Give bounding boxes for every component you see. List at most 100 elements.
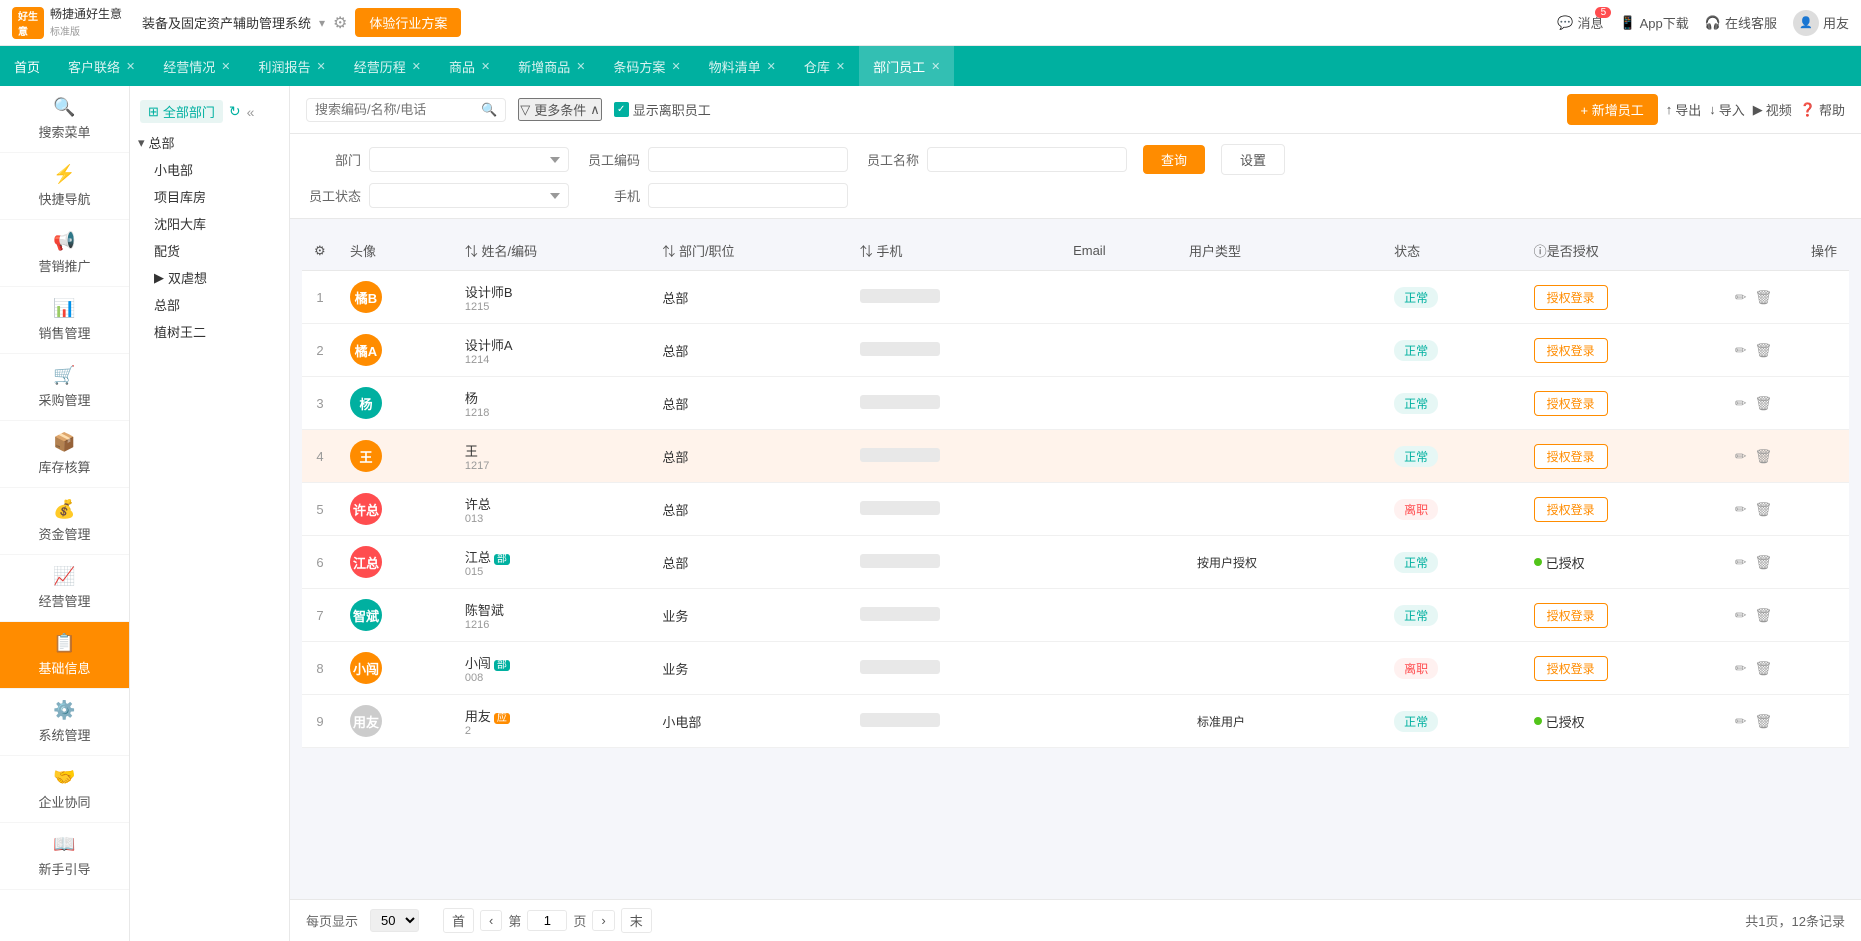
sidebar-item-guide[interactable]: 📖 新手引导: [0, 823, 129, 890]
phone-input[interactable]: [648, 183, 848, 208]
next-page-button[interactable]: ›: [592, 910, 614, 931]
nav-tab-customer[interactable]: 客户联络 ✕: [54, 46, 149, 86]
service-button[interactable]: 🎧 在线客服: [1705, 13, 1777, 32]
nav-tab-profit[interactable]: 利润报告 ✕: [244, 46, 339, 86]
sidebar-item-quicknav[interactable]: ⚡ 快捷导航: [0, 153, 129, 220]
edit-icon[interactable]: ✏: [1735, 395, 1747, 412]
edit-icon[interactable]: ✏: [1735, 342, 1747, 359]
query-button[interactable]: 查询: [1143, 145, 1205, 174]
sidebar-item-sales[interactable]: 📊 销售管理: [0, 287, 129, 354]
auth-login-button[interactable]: 授权登录: [1534, 285, 1608, 310]
show-resigned-checkbox[interactable]: ✓ 显示离职员工: [614, 100, 711, 119]
edit-icon[interactable]: ✏: [1735, 448, 1747, 465]
th-dept[interactable]: ⇅ 部门/职位: [650, 231, 847, 271]
settings-icon[interactable]: ⚙: [333, 13, 347, 33]
sidebar-item-search[interactable]: 🔍 搜索菜单: [0, 86, 129, 153]
delete-icon[interactable]: 🗑: [1754, 395, 1772, 412]
page-size-select[interactable]: 50: [370, 909, 419, 932]
delete-icon[interactable]: 🗑: [1754, 660, 1772, 677]
dept-collapse-icon[interactable]: «: [247, 104, 255, 120]
sidebar-item-inventory[interactable]: 📦 库存核算: [0, 421, 129, 488]
edit-icon[interactable]: ✏: [1735, 554, 1747, 571]
auth-login-button[interactable]: 授权登录: [1534, 444, 1608, 469]
delete-icon[interactable]: 🗑: [1754, 713, 1772, 730]
trial-button[interactable]: 体验行业方案: [355, 8, 461, 37]
sidebar-item-basicinfo[interactable]: 📋 基础信息: [0, 622, 129, 689]
search-input[interactable]: [315, 102, 475, 117]
delete-icon[interactable]: 🗑: [1754, 342, 1772, 359]
app-download-button[interactable]: 📱 App下载: [1619, 13, 1688, 32]
user-button[interactable]: 👤 用友: [1793, 10, 1849, 36]
auth-login-button[interactable]: 授权登录: [1534, 391, 1608, 416]
nav-tab-warehouse[interactable]: 仓库 ✕: [790, 46, 859, 86]
import-button[interactable]: ↓ 导入: [1709, 100, 1745, 119]
sidebar-item-collab[interactable]: 🤝 企业协同: [0, 756, 129, 823]
close-icon[interactable]: ✕: [126, 60, 135, 73]
delete-icon[interactable]: 🗑: [1754, 448, 1772, 465]
dept-node-shuangni[interactable]: ▶ 双虐想: [130, 264, 289, 291]
close-icon[interactable]: ✕: [836, 60, 845, 73]
th-phone[interactable]: ⇅ 手机: [848, 231, 1061, 271]
close-icon[interactable]: ✕: [412, 60, 421, 73]
setup-button[interactable]: 设置: [1221, 144, 1285, 175]
empstatus-select[interactable]: [369, 183, 569, 208]
nav-tab-barcode[interactable]: 条码方案 ✕: [599, 46, 694, 86]
dept-node-project[interactable]: 项目库房: [130, 183, 289, 210]
sidebar-item-finance[interactable]: 💰 资金管理: [0, 488, 129, 555]
sidebar-item-system[interactable]: ⚙️ 系统管理: [0, 689, 129, 756]
nav-tab-goods[interactable]: 商品 ✕: [435, 46, 504, 86]
all-dept-button[interactable]: ⊞ 全部部门: [140, 100, 223, 123]
nav-home[interactable]: 首页: [0, 46, 54, 86]
delete-icon[interactable]: 🗑: [1754, 289, 1772, 306]
auth-login-button[interactable]: 授权登录: [1534, 497, 1608, 522]
edit-icon[interactable]: ✏: [1735, 660, 1747, 677]
edit-icon[interactable]: ✏: [1735, 289, 1747, 306]
close-icon[interactable]: ✕: [481, 60, 490, 73]
close-icon[interactable]: ✕: [317, 60, 326, 73]
auth-login-button[interactable]: 授权登录: [1534, 338, 1608, 363]
empcode-input[interactable]: [648, 147, 848, 172]
sidebar-item-management[interactable]: 📈 经营管理: [0, 555, 129, 622]
nav-tab-addgoods[interactable]: 新增商品 ✕: [504, 46, 599, 86]
nav-tab-bom[interactable]: 物料清单 ✕: [695, 46, 790, 86]
dept-refresh-icon[interactable]: ↻: [229, 103, 241, 120]
sidebar-item-marketing[interactable]: 📢 营销推广: [0, 220, 129, 287]
close-icon[interactable]: ✕: [767, 60, 776, 73]
close-icon[interactable]: ✕: [671, 60, 680, 73]
edit-icon[interactable]: ✏: [1735, 713, 1747, 730]
dept-node-general[interactable]: ▾ 总部: [130, 129, 289, 156]
delete-icon[interactable]: 🗑: [1754, 501, 1772, 518]
last-page-button[interactable]: 末: [621, 908, 652, 933]
nav-tab-journey[interactable]: 经营历程 ✕: [340, 46, 435, 86]
add-employee-button[interactable]: + 新增员工: [1567, 94, 1658, 125]
nav-tab-deptstaff[interactable]: 部门员工 ✕: [859, 46, 954, 86]
message-button[interactable]: 💬 消息 5: [1557, 13, 1603, 32]
nav-tab-operation[interactable]: 经营情况 ✕: [149, 46, 244, 86]
title-dropdown-icon[interactable]: ▾: [319, 16, 325, 30]
close-icon[interactable]: ✕: [576, 60, 585, 73]
page-input[interactable]: [527, 910, 567, 931]
delete-icon[interactable]: 🗑: [1754, 554, 1772, 571]
help-button[interactable]: ❓ 帮助: [1800, 100, 1845, 119]
export-button[interactable]: ↑ 导出: [1666, 100, 1702, 119]
view-button[interactable]: ▶ 视频: [1753, 100, 1792, 119]
prev-page-button[interactable]: ‹: [480, 910, 502, 931]
dept-node-zongbu[interactable]: 总部: [130, 291, 289, 318]
auth-login-button[interactable]: 授权登录: [1534, 656, 1608, 681]
th-name[interactable]: ⇅ 姓名/编码: [453, 231, 650, 271]
sidebar-item-purchase[interactable]: 🛒 采购管理: [0, 354, 129, 421]
empname-input[interactable]: [927, 147, 1127, 172]
th-settings[interactable]: ⚙: [302, 231, 338, 271]
edit-icon[interactable]: ✏: [1735, 501, 1747, 518]
delete-icon[interactable]: 🗑: [1754, 607, 1772, 624]
dept-node-xiaodibu[interactable]: 小电部: [130, 156, 289, 183]
dept-node-shenyang[interactable]: 沈阳大库: [130, 210, 289, 237]
first-page-button[interactable]: 首: [443, 908, 474, 933]
dept-select[interactable]: [369, 147, 569, 172]
more-filter-button[interactable]: ▽ 更多条件 ∧: [518, 98, 602, 121]
close-icon[interactable]: ✕: [221, 60, 230, 73]
dept-node-peihuo[interactable]: 配货: [130, 237, 289, 264]
close-icon[interactable]: ✕: [931, 60, 940, 73]
edit-icon[interactable]: ✏: [1735, 607, 1747, 624]
dept-node-zhishu[interactable]: 植树王二: [130, 318, 289, 345]
